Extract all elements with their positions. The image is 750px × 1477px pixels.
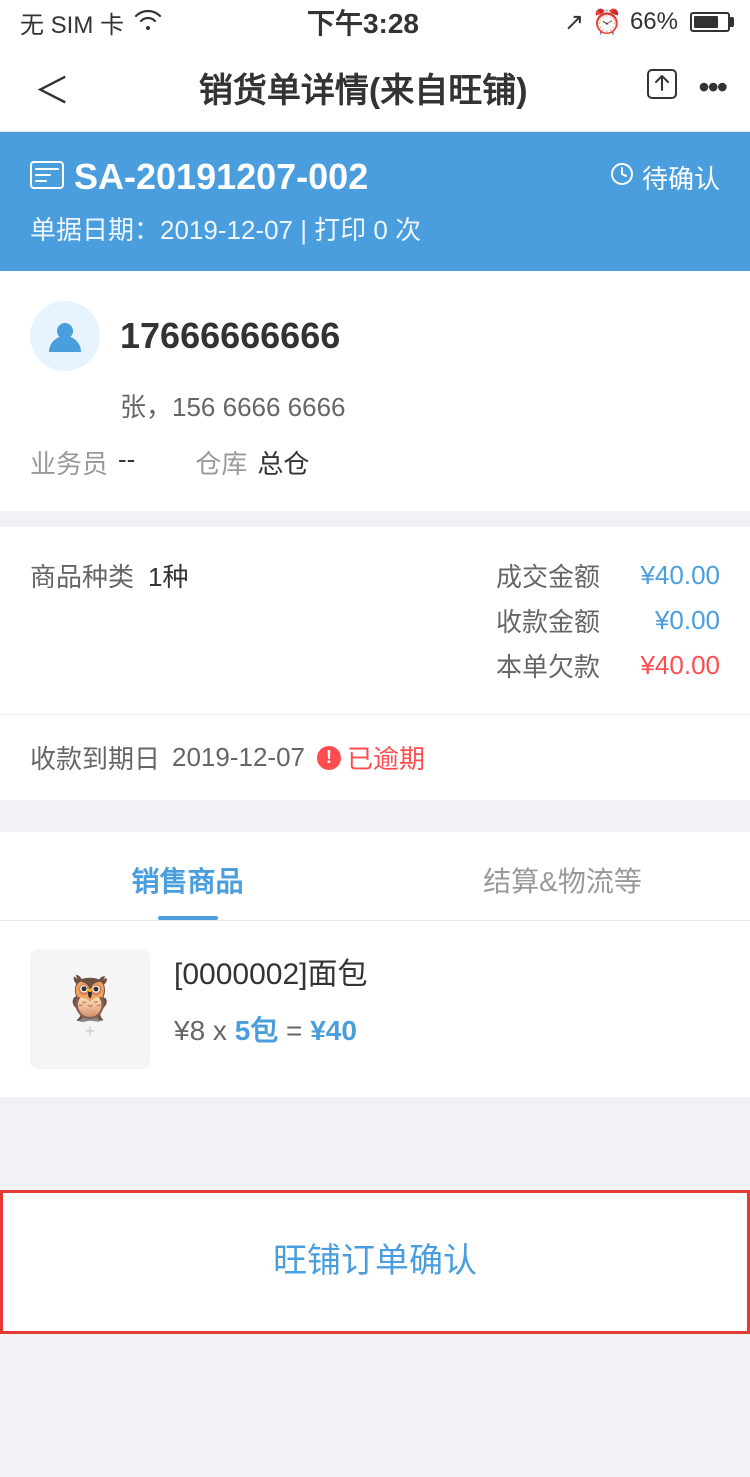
brand-plus: +	[85, 1021, 96, 1042]
order-id: SA-20191207-002	[30, 156, 368, 198]
page-title: 销货单详情(来自旺铺)	[199, 63, 528, 112]
product-thumbnail: 🦉 +	[30, 949, 150, 1069]
summary-grid: 商品种类 1种 成交金额 ¥40.00 收款金额 ¥0.00 本单欠款 ¥40.…	[30, 557, 720, 684]
deal-amount-row: 成交金额 ¥40.00	[496, 557, 720, 594]
tab-sales[interactable]: 销售商品	[0, 832, 375, 920]
warehouse-value: 总仓	[257, 444, 309, 481]
product-info: [0000002]面包 ¥8 x 5包 = ¥40	[174, 949, 720, 1049]
more-button[interactable]: •••	[698, 69, 726, 106]
status-time: 下午3:28	[307, 2, 419, 42]
location-icon: ↗	[564, 8, 584, 37]
deal-amount-label: 成交金额	[496, 557, 600, 594]
customer-name: 张，156 6666 6666	[30, 387, 720, 424]
equals-text: =	[278, 1015, 310, 1046]
status-left: 无 SIM 卡	[20, 5, 162, 40]
received-amount-row: 收款金额 ¥0.00	[496, 602, 720, 639]
tabs-row: 销售商品 结算&物流等	[0, 832, 750, 921]
product-item: 🦉 + [0000002]面包 ¥8 x 5包 = ¥40	[0, 921, 750, 1097]
product-types-label: 商品种类	[30, 557, 134, 594]
price-text: ¥8 x	[174, 1015, 235, 1046]
salesperson-meta: 业务员 --	[30, 444, 135, 481]
divider-2	[0, 800, 750, 816]
order-date: 单据日期：2019-12-07 | 打印 0 次	[30, 210, 720, 247]
warehouse-meta: 仓库 总仓	[195, 444, 309, 481]
confirm-button[interactable]: 旺铺订单确认	[33, 1213, 717, 1301]
nav-right: •••	[646, 68, 726, 108]
due-date-row: 收款到期日 2019-12-07 ! 已逾期	[30, 739, 720, 776]
due-date-value: 2019-12-07	[172, 742, 305, 773]
status-right: ↗ ⏰ 66%	[564, 8, 730, 37]
status-text: 待确认	[642, 159, 720, 196]
amounts: 成交金额 ¥40.00 收款金额 ¥0.00 本单欠款 ¥40.00	[496, 557, 720, 684]
tab-settlement[interactable]: 结算&物流等	[375, 832, 750, 920]
product-name: [0000002]面包	[174, 949, 720, 993]
owl-icon: 🦉	[63, 977, 118, 1021]
customer-phone: 17666666666	[120, 315, 340, 357]
divider-1	[0, 511, 750, 527]
due-amount-label: 本单欠款	[496, 647, 600, 684]
product-types-value: 1种	[148, 557, 188, 594]
overdue-exclamation-icon: !	[317, 746, 341, 770]
total-text: ¥40	[310, 1015, 357, 1046]
received-amount-label: 收款金额	[496, 602, 600, 639]
clock-icon	[610, 162, 634, 193]
summary-section: 商品种类 1种 成交金额 ¥40.00 收款金额 ¥0.00 本单欠款 ¥40.…	[0, 527, 750, 714]
status-bar: 无 SIM 卡 下午3:28 ↗ ⏰ 66%	[0, 0, 750, 44]
tabs-section: 销售商品 结算&物流等 🦉 + [0000002]面包 ¥8 x 5包 = ¥4…	[0, 832, 750, 1097]
back-button[interactable]: ＜	[24, 52, 80, 124]
carrier-text: 无 SIM 卡	[20, 5, 124, 40]
product-types: 商品种类 1种	[30, 557, 188, 594]
received-amount-value: ¥0.00	[620, 605, 720, 636]
customer-section: 17666666666 张，156 6666 6666 业务员 -- 仓库 总仓	[0, 271, 750, 511]
confirm-button-wrap: 旺铺订单确认	[0, 1190, 750, 1334]
order-icon	[30, 156, 64, 198]
order-id-row: SA-20191207-002 待确认	[30, 156, 720, 198]
battery-percentage: 66%	[630, 8, 678, 36]
due-amount-row: 本单欠款 ¥40.00	[496, 647, 720, 684]
quantity-text: 5包	[235, 1015, 279, 1046]
order-status-badge: 待确认	[610, 159, 720, 196]
overdue-text: 已逾期	[347, 739, 425, 776]
salesperson-label: 业务员	[30, 444, 108, 481]
salesperson-value: --	[118, 444, 135, 481]
warehouse-label: 仓库	[195, 444, 247, 481]
product-thumb-inner: 🦉 +	[63, 977, 118, 1042]
due-amount-value: ¥40.00	[620, 650, 720, 681]
nav-bar: ＜ 销货单详情(来自旺铺) •••	[0, 44, 750, 132]
overdue-badge: ! 已逾期	[317, 739, 425, 776]
order-header-card: SA-20191207-002 待确认 单据日期：2019-12-07 | 打印…	[0, 132, 750, 271]
customer-row: 17666666666	[30, 301, 720, 371]
battery-icon	[690, 12, 730, 32]
share-button[interactable]	[646, 68, 678, 108]
due-date-section: 收款到期日 2019-12-07 ! 已逾期	[0, 714, 750, 800]
product-price: ¥8 x 5包 = ¥40	[174, 1009, 720, 1049]
deal-amount-value: ¥40.00	[620, 560, 720, 591]
due-date-label: 收款到期日	[30, 739, 160, 776]
customer-meta: 业务员 -- 仓库 总仓	[30, 444, 720, 481]
customer-avatar	[30, 301, 100, 371]
wifi-icon	[134, 8, 162, 37]
alarm-icon: ⏰	[592, 8, 622, 37]
